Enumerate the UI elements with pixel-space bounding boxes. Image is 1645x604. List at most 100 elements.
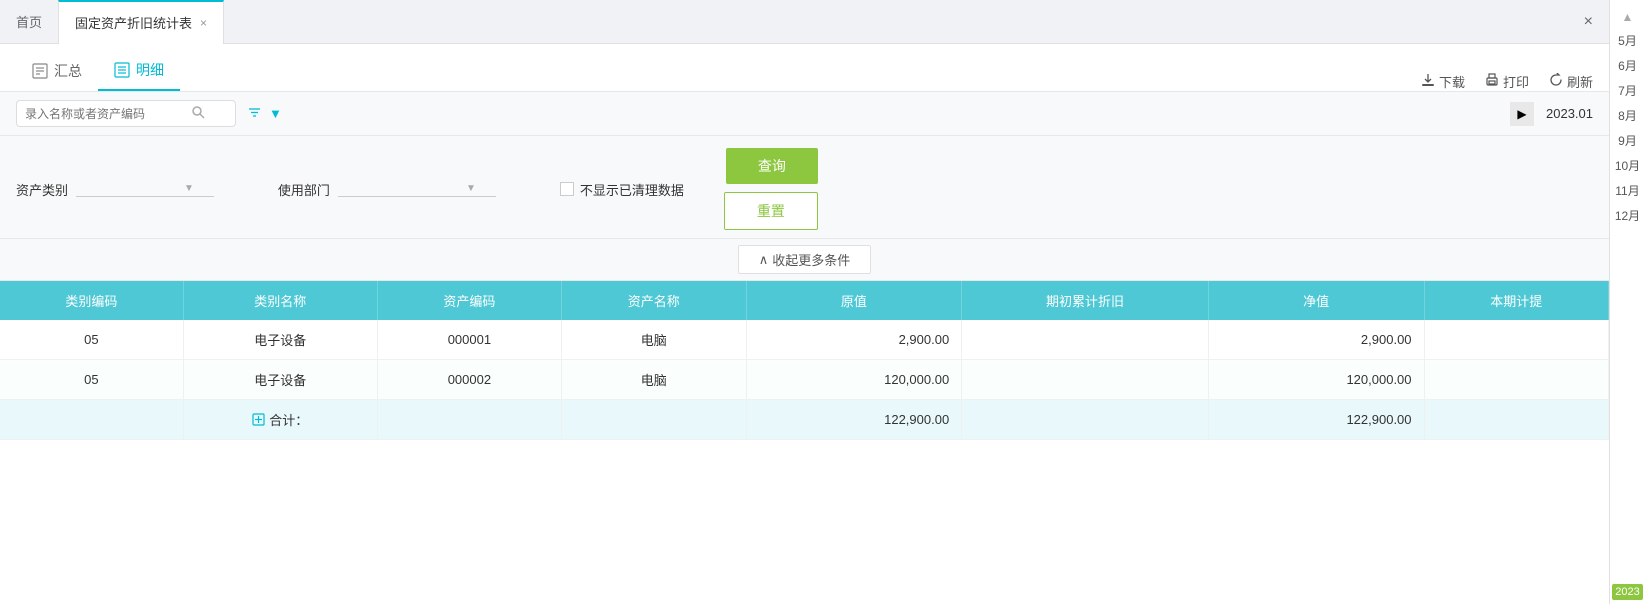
sidebar-month-item[interactable]: 7月 [1613, 78, 1642, 103]
dept-label: 使用部门 [278, 180, 330, 199]
sidebar-month-item[interactable]: 11月 [1613, 178, 1642, 203]
search-bar: ▼ ▶ 2023.01 [0, 92, 1609, 136]
cell-r0-c5 [962, 320, 1209, 360]
asset-type-group: 资产类别 ▼ [16, 180, 214, 199]
date-display: 2023.01 [1546, 106, 1593, 121]
tab-summary[interactable]: 汇总 [16, 51, 98, 91]
sidebar-month-item[interactable]: 9月 [1613, 128, 1642, 153]
filter-area: 资产类别 ▼ 使用部门 ▼ 不显示已清理数据 [0, 136, 1609, 239]
th-accum-depreciation: 期初累计折旧 [962, 281, 1209, 320]
hide-cleared-group: 不显示已清理数据 [560, 180, 684, 199]
th-asset-code: 资产编码 [377, 281, 561, 320]
cell-r1-c6: 120,000.00 [1208, 360, 1424, 400]
content-panel: 汇总 明细 下载 打印 [0, 44, 1609, 604]
summary-cell-c1: 合计： [183, 400, 377, 440]
detail-icon [114, 62, 130, 78]
sidebar-month-item[interactable]: 10月 [1613, 153, 1642, 178]
asset-type-label: 资产类别 [16, 180, 68, 199]
table-row: 05电子设备000002电脑120,000.00120,000.00 [0, 360, 1609, 400]
year-badge: 2023 [1612, 584, 1642, 600]
th-category-name: 类别名称 [183, 281, 377, 320]
collapse-row: ∧ 收起更多条件 [0, 239, 1609, 281]
detail-label: 明细 [136, 60, 164, 80]
refresh-button[interactable]: 刷新 [1549, 72, 1593, 91]
cell-r1-c0: 05 [0, 360, 183, 400]
cell-r1-c7 [1424, 360, 1608, 400]
tab-home-label: 首页 [16, 12, 42, 31]
hide-cleared-label: 不显示已清理数据 [580, 180, 684, 199]
asset-type-select[interactable]: ▼ [76, 181, 214, 197]
more-conditions-button[interactable]: ▼ [248, 106, 282, 122]
tab-close-icon[interactable]: × [200, 16, 207, 30]
dept-arrow: ▼ [466, 183, 476, 194]
summary-row: 合计： 122,900.00 122,900.00 [0, 400, 1609, 440]
sidebar-month-item[interactable]: 5月 [1613, 28, 1642, 53]
dept-select[interactable]: ▼ [338, 181, 496, 197]
window-close-button[interactable]: × [1584, 13, 1593, 31]
collapse-button[interactable]: ∧ 收起更多条件 [738, 245, 872, 274]
sidebar-month-item[interactable]: 12月 [1613, 203, 1642, 228]
download-button[interactable]: 下载 [1421, 72, 1465, 91]
cell-r1-c4: 120,000.00 [746, 360, 962, 400]
cell-r0-c2: 000001 [377, 320, 561, 360]
sub-tabs: 汇总 明细 下载 打印 [0, 44, 1609, 92]
th-current-period: 本期计提 [1424, 281, 1608, 320]
summary-cell-c2 [377, 400, 561, 440]
tab-active-label: 固定资产折旧统计表 [75, 13, 192, 32]
summary-cell-c3 [562, 400, 746, 440]
chevron-down-icon: ▼ [269, 106, 282, 121]
th-category-code: 类别编码 [0, 281, 183, 320]
cell-r0-c3: 电脑 [562, 320, 746, 360]
print-icon [1485, 73, 1499, 90]
refresh-label: 刷新 [1567, 72, 1593, 91]
summary-label: 汇总 [54, 61, 82, 81]
cell-r0-c0: 05 [0, 320, 183, 360]
cell-r1-c2: 000002 [377, 360, 561, 400]
cell-r1-c3: 电脑 [562, 360, 746, 400]
cell-r0-c6: 2,900.00 [1208, 320, 1424, 360]
hide-cleared-checkbox[interactable] [560, 182, 574, 196]
dept-group: 使用部门 ▼ [278, 180, 496, 199]
cell-r1-c1: 电子设备 [183, 360, 377, 400]
refresh-icon [1549, 73, 1563, 90]
tab-detail[interactable]: 明细 [98, 51, 180, 91]
query-button[interactable]: 查询 [726, 148, 818, 184]
table-header-row: 类别编码 类别名称 资产编码 资产名称 原值 期初累计折旧 净值 本期计提 [0, 281, 1609, 320]
tab-bar: 首页 固定资产折旧统计表 × × [0, 0, 1609, 44]
collapse-icon: ∧ [759, 252, 769, 268]
main-table: 类别编码 类别名称 资产编码 资产名称 原值 期初累计折旧 净值 本期计提 05… [0, 281, 1609, 440]
search-input[interactable] [25, 107, 185, 121]
cell-r1-c5 [962, 360, 1209, 400]
summary-cell-c0 [0, 400, 183, 440]
th-asset-name: 资产名称 [562, 281, 746, 320]
tab-active[interactable]: 固定资产折旧统计表 × [58, 0, 224, 44]
date-nav-button[interactable]: ▶ [1510, 102, 1534, 126]
summary-cell-c7 [1424, 400, 1608, 440]
print-label: 打印 [1503, 72, 1529, 91]
cell-r0-c4: 2,900.00 [746, 320, 962, 360]
cell-r0-c1: 电子设备 [183, 320, 377, 360]
summary-cell-c4: 122,900.00 [746, 400, 962, 440]
search-input-wrap[interactable] [16, 100, 236, 127]
collapse-label: 收起更多条件 [772, 250, 850, 269]
print-button[interactable]: 打印 [1485, 72, 1529, 91]
summary-cell-c5 [962, 400, 1209, 440]
download-label: 下载 [1439, 72, 1465, 91]
download-icon [1421, 73, 1435, 90]
reset-button[interactable]: 重置 [724, 192, 818, 230]
table-area: 类别编码 类别名称 资产编码 资产名称 原值 期初累计折旧 净值 本期计提 05… [0, 281, 1609, 604]
sidebar-month-item[interactable]: 8月 [1613, 103, 1642, 128]
action-buttons: 查询 重置 [724, 148, 818, 230]
filter-row: 资产类别 ▼ 使用部门 ▼ 不显示已清理数据 [16, 148, 1593, 230]
search-icon [191, 105, 205, 122]
summary-cell-c6: 122,900.00 [1208, 400, 1424, 440]
cell-r0-c7 [1424, 320, 1608, 360]
right-sidebar: ▲ 5月6月7月8月9月10月11月12月 2023 [1609, 0, 1645, 604]
tab-home[interactable]: 首页 [0, 0, 58, 44]
th-original-value: 原值 [746, 281, 962, 320]
filter-icon [248, 106, 261, 122]
toolbar-right: 下载 打印 刷新 [1421, 72, 1593, 91]
sidebar-month-item[interactable]: 6月 [1613, 53, 1642, 78]
sidebar-scroll-up[interactable]: ▲ [1620, 8, 1636, 26]
asset-type-arrow: ▼ [184, 183, 194, 194]
